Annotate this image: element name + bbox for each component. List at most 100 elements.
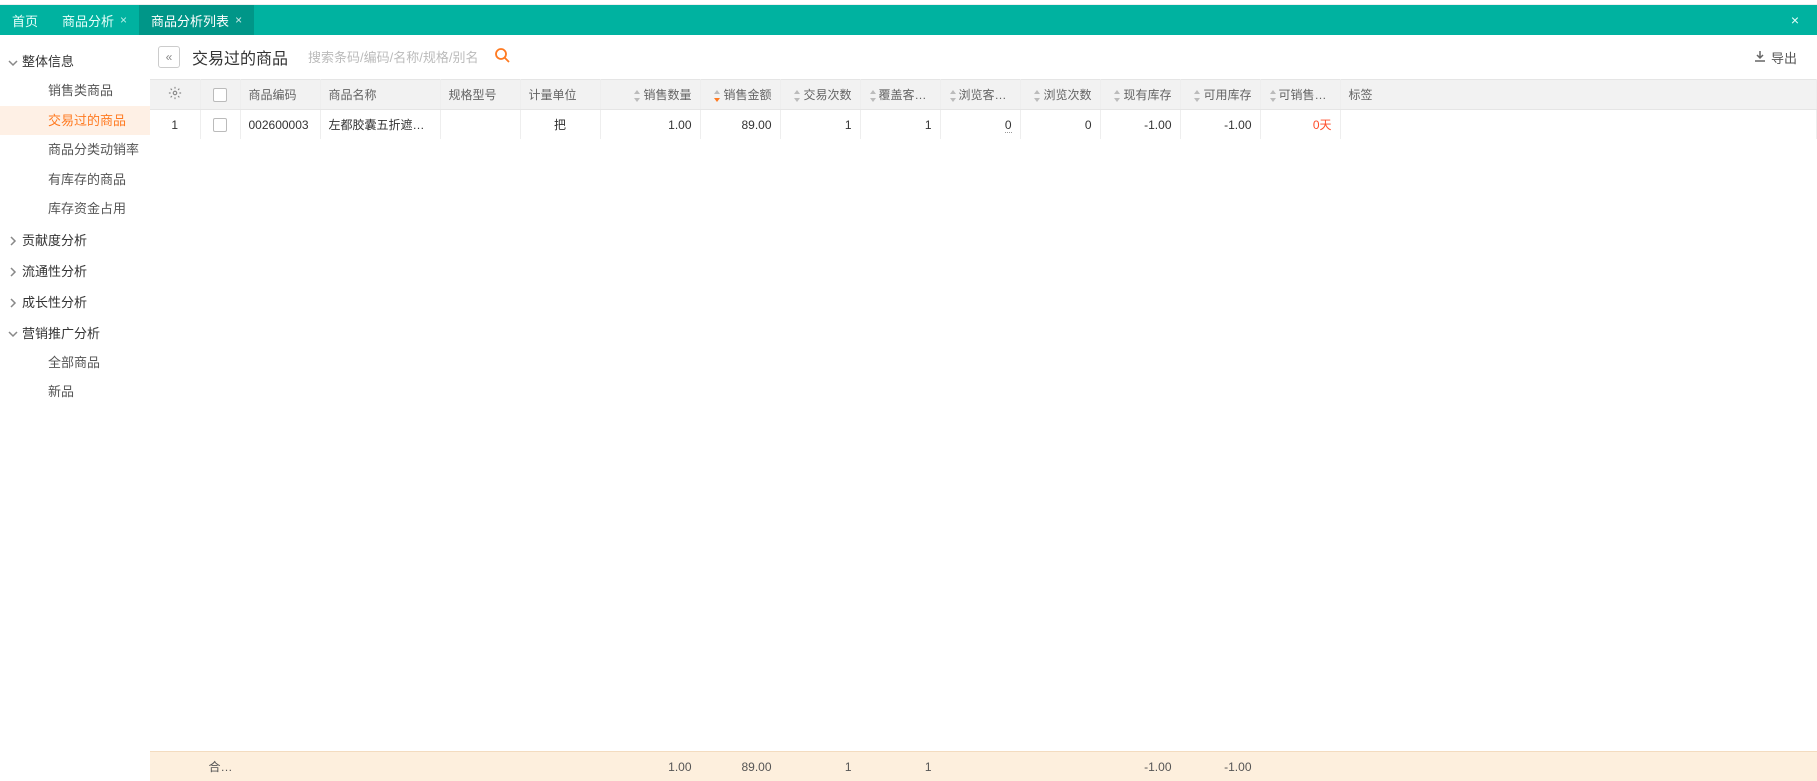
gear-icon <box>168 89 182 103</box>
table-footer: 合计 1.00 89.00 1 1 -1.00 -1.00 <box>150 751 1817 781</box>
th-tag[interactable]: 标签 <box>1340 80 1817 110</box>
td-checkbox[interactable] <box>200 110 240 140</box>
sidebar-item-transacted-goods[interactable]: 交易过的商品 <box>0 106 150 136</box>
td-name: 左都胶囊五折遮阳伞防晒伞; <box>320 110 440 140</box>
th-amt[interactable]: 销售金额 <box>700 80 780 110</box>
td-amt: 89.00 <box>700 110 780 140</box>
sort-icon <box>1193 90 1201 102</box>
td-cust: 1 <box>860 110 940 140</box>
export-label: 导出 <box>1771 48 1797 67</box>
totals-stock: -1.00 <box>1100 752 1180 781</box>
tab-label: 商品分析 <box>62 11 114 30</box>
sidebar-group-liquidity: 流通性分析 <box>0 255 150 286</box>
td-bcust[interactable]: 0 <box>940 110 1020 140</box>
totals-amt: 89.00 <box>700 752 780 781</box>
sidebar-item-category-movement[interactable]: 商品分类动销率 <box>0 135 150 165</box>
th-cust[interactable]: 覆盖客户数 <box>860 80 940 110</box>
sort-icon <box>949 90 957 102</box>
sidebar-item-new-goods[interactable]: 新品 <box>0 377 150 407</box>
tab-bar: 首页 商品分析 × 商品分析列表 × × <box>0 5 1817 35</box>
totals-label: 合计 <box>200 752 240 781</box>
collapse-sidebar-button[interactable]: « <box>158 46 180 68</box>
sidebar-item-stock-capital[interactable]: 库存资金占用 <box>0 194 150 224</box>
chevron-right-icon <box>8 296 18 306</box>
td-tx: 1 <box>780 110 860 140</box>
tab-home[interactable]: 首页 <box>0 5 50 35</box>
sidebar-group-growth: 成长性分析 <box>0 286 150 317</box>
th-tx[interactable]: 交易次数 <box>780 80 860 110</box>
td-stock: -1.00 <box>1100 110 1180 140</box>
th-qty[interactable]: 销售数量 <box>600 80 700 110</box>
sidebar: 整体信息 销售类商品 交易过的商品 商品分类动销率 有库存的商品 库存资金占用 … <box>0 35 150 781</box>
sort-icon <box>633 90 641 102</box>
th-days[interactable]: 可销售天数 <box>1260 80 1340 110</box>
sidebar-group-title-growth[interactable]: 成长性分析 <box>0 286 150 317</box>
chevron-down-icon <box>8 327 18 337</box>
sidebar-group-marketing: 营销推广分析 全部商品 新品 <box>0 317 150 407</box>
totals-cust: 1 <box>860 752 940 781</box>
totals-days <box>1260 752 1340 781</box>
toolbar: « 交易过的商品 导出 <box>150 35 1817 79</box>
close-icon[interactable]: × <box>120 13 127 27</box>
browse-customers-link[interactable]: 0 <box>1005 118 1012 133</box>
th-unit[interactable]: 计量单位 <box>520 80 600 110</box>
th-gear[interactable] <box>150 80 200 110</box>
export-icon <box>1753 49 1767 66</box>
checkbox-all[interactable] <box>213 88 227 102</box>
sidebar-group-title-marketing[interactable]: 营销推广分析 <box>0 317 150 348</box>
td-idx: 1 <box>150 110 200 140</box>
tab-product-analysis-list[interactable]: 商品分析列表 × <box>139 5 254 35</box>
sidebar-group-label: 成长性分析 <box>22 292 87 311</box>
sort-icon <box>1113 90 1121 102</box>
td-code: 002600003 <box>240 110 320 140</box>
sidebar-group-label: 贡献度分析 <box>22 230 87 249</box>
page-title: 交易过的商品 <box>192 45 288 69</box>
export-button[interactable]: 导出 <box>1753 48 1797 67</box>
chevron-down-icon <box>8 56 18 66</box>
data-table: 商品编码 商品名称 规格型号 计量单位 销售数量 销售金额 交易次数 覆盖客户数… <box>150 79 1817 139</box>
totals-btimes <box>1020 752 1100 781</box>
th-btimes[interactable]: 浏览次数 <box>1020 80 1100 110</box>
search-box <box>308 46 510 69</box>
sort-icon <box>869 90 877 102</box>
totals-tx: 1 <box>780 752 860 781</box>
sidebar-group-label: 营销推广分析 <box>22 323 100 342</box>
td-qty: 1.00 <box>600 110 700 140</box>
tab-product-analysis[interactable]: 商品分析 × <box>50 5 139 35</box>
main: « 交易过的商品 导出 <box>150 35 1817 781</box>
totals-bcust <box>940 752 1020 781</box>
td-days: 0天 <box>1260 110 1340 140</box>
th-code[interactable]: 商品编码 <box>240 80 320 110</box>
td-avail: -1.00 <box>1180 110 1260 140</box>
table-scroll[interactable]: 商品编码 商品名称 规格型号 计量单位 销售数量 销售金额 交易次数 覆盖客户数… <box>150 79 1817 751</box>
close-icon[interactable]: × <box>235 13 242 27</box>
totals-avail: -1.00 <box>1180 752 1260 781</box>
td-btimes: 0 <box>1020 110 1100 140</box>
th-bcust[interactable]: 浏览客户数 <box>940 80 1020 110</box>
chevron-right-icon <box>8 234 18 244</box>
sidebar-group-label: 整体信息 <box>22 51 74 70</box>
sort-icon <box>1033 90 1041 102</box>
th-avail[interactable]: 可用库存 <box>1180 80 1260 110</box>
close-all-icon[interactable]: × <box>1791 12 1799 28</box>
th-stock[interactable]: 现有库存 <box>1100 80 1180 110</box>
sidebar-item-stocked-goods[interactable]: 有库存的商品 <box>0 165 150 195</box>
th-name[interactable]: 商品名称 <box>320 80 440 110</box>
table-header-row: 商品编码 商品名称 规格型号 计量单位 销售数量 销售金额 交易次数 覆盖客户数… <box>150 80 1817 110</box>
th-spec[interactable]: 规格型号 <box>440 80 520 110</box>
search-icon[interactable] <box>494 47 510 68</box>
th-checkbox[interactable] <box>200 80 240 110</box>
sort-icon <box>1269 90 1277 102</box>
table-row[interactable]: 1 002600003 左都胶囊五折遮阳伞防晒伞; 把 1.00 89.00 1… <box>150 110 1817 140</box>
tabbar-right-tools: × <box>1773 5 1817 35</box>
search-input[interactable] <box>308 46 488 69</box>
sidebar-group-title-contribution[interactable]: 贡献度分析 <box>0 224 150 255</box>
sidebar-item-all-goods[interactable]: 全部商品 <box>0 348 150 378</box>
sidebar-item-sales-goods[interactable]: 销售类商品 <box>0 76 150 106</box>
tab-label: 首页 <box>12 11 38 30</box>
sidebar-group-title-overall[interactable]: 整体信息 <box>0 45 150 76</box>
td-unit: 把 <box>520 110 600 140</box>
sidebar-group-title-liquidity[interactable]: 流通性分析 <box>0 255 150 286</box>
checkbox[interactable] <box>213 118 227 132</box>
tab-label: 商品分析列表 <box>151 11 229 30</box>
